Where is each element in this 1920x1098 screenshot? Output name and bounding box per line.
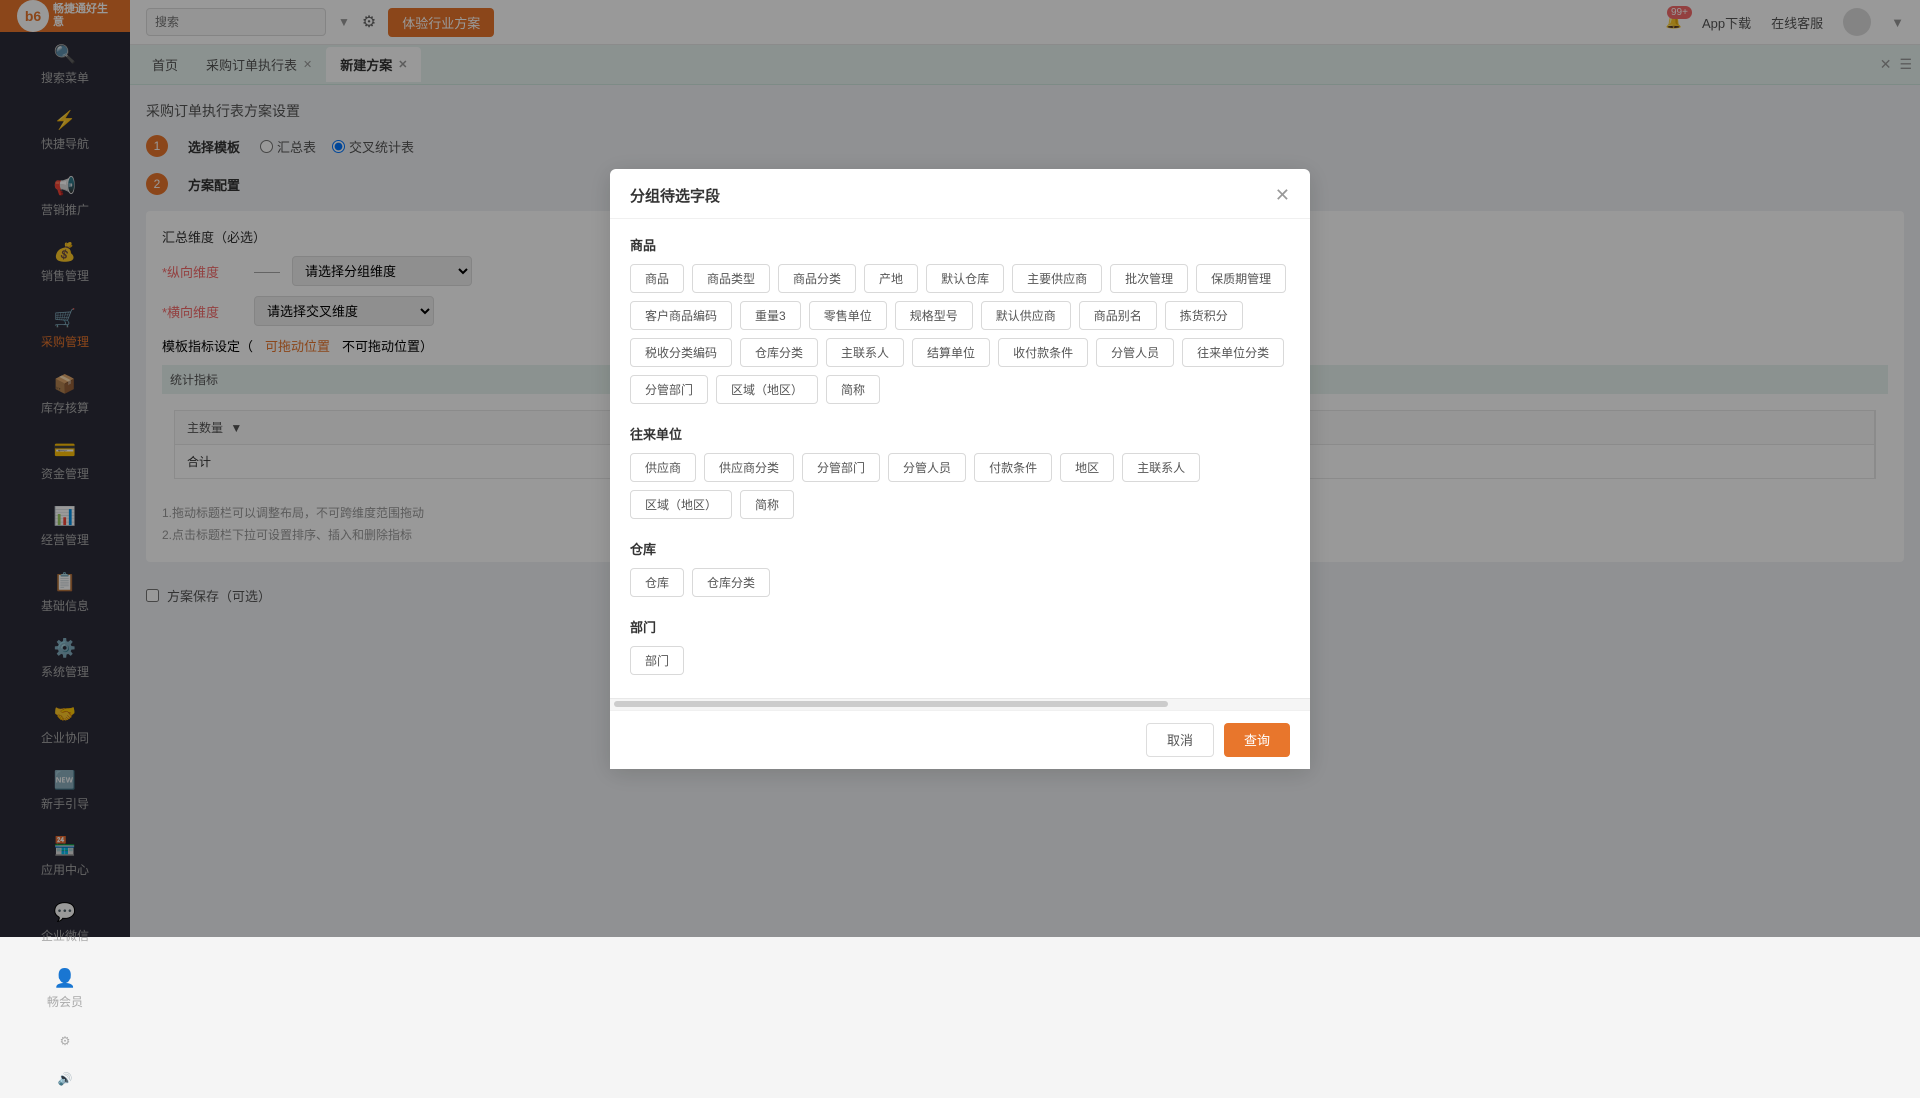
modal-body[interactable]: 商品商品商品类型商品分类产地默认仓库主要供应商批次管理保质期管理客户商品编码重量… xyxy=(610,219,1310,698)
field-tag-contact-0[interactable]: 供应商 xyxy=(630,453,696,482)
field-tag-product-12[interactable]: 默认供应商 xyxy=(981,301,1071,330)
field-tag-contact-1[interactable]: 供应商分类 xyxy=(704,453,794,482)
field-tag-department-0[interactable]: 部门 xyxy=(630,646,684,675)
field-tag-product-23[interactable]: 区域（地区） xyxy=(716,375,818,404)
field-tag-product-13[interactable]: 商品别名 xyxy=(1079,301,1157,330)
modal-overlay[interactable]: 分组待选字段 ✕ 商品商品商品类型商品分类产地默认仓库主要供应商批次管理保质期管… xyxy=(0,0,1920,937)
field-tag-product-14[interactable]: 拣货积分 xyxy=(1165,301,1243,330)
field-tag-product-6[interactable]: 批次管理 xyxy=(1110,264,1188,293)
modal-close-button[interactable]: ✕ xyxy=(1275,185,1290,206)
field-tag-product-21[interactable]: 往来单位分类 xyxy=(1182,338,1284,367)
sidebar-bottom: ⚙ 🔊 xyxy=(0,1022,130,1098)
field-tag-warehouse-0[interactable]: 仓库 xyxy=(630,568,684,597)
field-tag-contact-7[interactable]: 区域（地区） xyxy=(630,490,732,519)
field-tag-product-2[interactable]: 商品分类 xyxy=(778,264,856,293)
field-tag-product-7[interactable]: 保质期管理 xyxy=(1196,264,1286,293)
field-tag-product-24[interactable]: 简称 xyxy=(826,375,880,404)
modal-footer: 取消 查询 xyxy=(610,710,1310,769)
field-tags-warehouse: 仓库仓库分类 xyxy=(630,568,1290,597)
field-tags-product: 商品商品类型商品分类产地默认仓库主要供应商批次管理保质期管理客户商品编码重量3 零… xyxy=(630,264,1290,404)
field-tag-product-19[interactable]: 收付款条件 xyxy=(998,338,1088,367)
field-group-title-contact: 往来单位 xyxy=(630,424,1290,443)
field-group-title-product: 商品 xyxy=(630,235,1290,254)
field-tag-product-5[interactable]: 主要供应商 xyxy=(1012,264,1102,293)
field-tag-contact-2[interactable]: 分管部门 xyxy=(802,453,880,482)
sidebar-audio-button[interactable]: 🔊 xyxy=(0,1060,130,1098)
field-group-department: 部门部门 xyxy=(630,617,1290,675)
modal-header: 分组待选字段 ✕ xyxy=(610,169,1310,219)
member-icon: 👤 xyxy=(54,968,76,989)
field-tag-product-20[interactable]: 分管人员 xyxy=(1096,338,1174,367)
field-tag-contact-8[interactable]: 简称 xyxy=(740,490,794,519)
field-tag-contact-3[interactable]: 分管人员 xyxy=(888,453,966,482)
field-tag-product-4[interactable]: 默认仓库 xyxy=(926,264,1004,293)
field-tag-product-1[interactable]: 商品类型 xyxy=(692,264,770,293)
field-tags-contact: 供应商供应商分类分管部门分管人员付款条件地区主联系人区域（地区） 简称 xyxy=(630,453,1290,519)
field-tag-product-18[interactable]: 结算单位 xyxy=(912,338,990,367)
field-tags-department: 部门 xyxy=(630,646,1290,675)
field-tag-product-15[interactable]: 税收分类编码 xyxy=(630,338,732,367)
cancel-button[interactable]: 取消 xyxy=(1146,723,1214,757)
field-group-title-warehouse: 仓库 xyxy=(630,539,1290,558)
field-tag-product-3[interactable]: 产地 xyxy=(864,264,918,293)
audio-icon: 🔊 xyxy=(58,1072,73,1086)
sidebar-item-member[interactable]: 👤 畅会员 xyxy=(0,956,130,1022)
field-tag-product-16[interactable]: 仓库分类 xyxy=(740,338,818,367)
sidebar-settings-button[interactable]: ⚙ xyxy=(0,1022,130,1060)
field-tag-contact-4[interactable]: 付款条件 xyxy=(974,453,1052,482)
field-tag-contact-5[interactable]: 地区 xyxy=(1060,453,1114,482)
sidebar-item-label: 畅会员 xyxy=(47,993,83,1010)
field-tag-product-10[interactable]: 零售单位 xyxy=(809,301,887,330)
field-group-contact: 往来单位供应商供应商分类分管部门分管人员付款条件地区主联系人区域（地区） 简称 xyxy=(630,424,1290,519)
modal-horizontal-scrollbar[interactable] xyxy=(610,698,1310,710)
field-selection-modal: 分组待选字段 ✕ 商品商品商品类型商品分类产地默认仓库主要供应商批次管理保质期管… xyxy=(610,169,1310,769)
modal-title: 分组待选字段 xyxy=(630,185,720,206)
field-tag-product-9[interactable]: 重量3 xyxy=(740,301,801,330)
field-group-product: 商品商品商品类型商品分类产地默认仓库主要供应商批次管理保质期管理客户商品编码重量… xyxy=(630,235,1290,404)
field-group-warehouse: 仓库仓库仓库分类 xyxy=(630,539,1290,597)
field-tag-warehouse-1[interactable]: 仓库分类 xyxy=(692,568,770,597)
field-tag-contact-6[interactable]: 主联系人 xyxy=(1122,453,1200,482)
field-tag-product-8[interactable]: 客户商品编码 xyxy=(630,301,732,330)
field-tag-product-22[interactable]: 分管部门 xyxy=(630,375,708,404)
hscroll-thumb xyxy=(614,701,1168,707)
field-tag-product-17[interactable]: 主联系人 xyxy=(826,338,904,367)
field-tag-product-11[interactable]: 规格型号 xyxy=(895,301,973,330)
field-group-title-department: 部门 xyxy=(630,617,1290,636)
confirm-button[interactable]: 查询 xyxy=(1224,723,1290,757)
settings-icon: ⚙ xyxy=(60,1034,71,1048)
field-tag-product-0[interactable]: 商品 xyxy=(630,264,684,293)
